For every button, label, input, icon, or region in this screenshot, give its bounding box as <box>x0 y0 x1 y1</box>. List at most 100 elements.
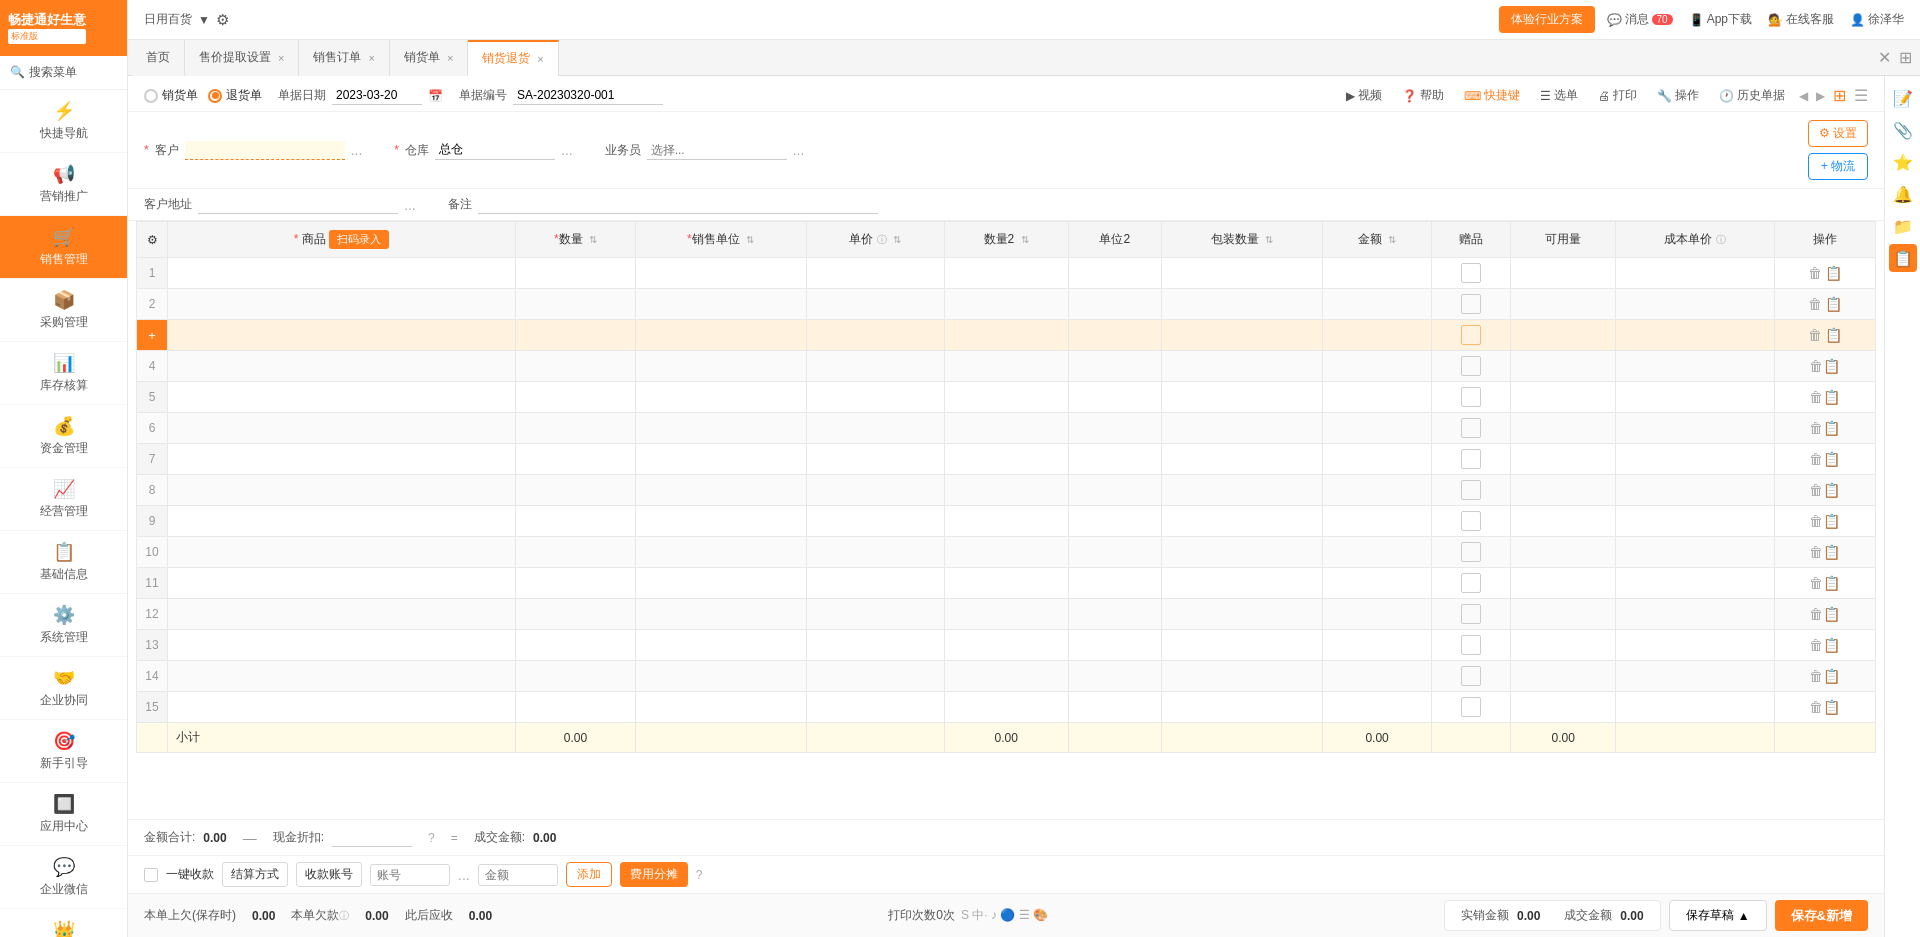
grid-view-btn[interactable]: ⊞ <box>1833 86 1846 105</box>
sidebar-item-operations[interactable]: 📈 经营管理 <box>0 468 127 531</box>
sidebar-item-sales[interactable]: 🛒 销售管理 <box>0 216 127 279</box>
row-1-price[interactable] <box>806 258 944 289</box>
row-13-gift-checkbox[interactable] <box>1461 635 1481 655</box>
row-2-price[interactable] <box>806 289 944 320</box>
row-13-copy-btn[interactable]: 📋 <box>1823 637 1840 653</box>
row-9-delete-btn[interactable]: 🗑 <box>1809 513 1823 529</box>
row-1-pack-qty[interactable] <box>1161 258 1322 289</box>
tab-price-settings[interactable]: 售价提取设置 × <box>185 40 299 76</box>
tab-layout-icon[interactable]: ⊞ <box>1899 48 1912 67</box>
save-draft-button[interactable]: 保存草稿 ▲ <box>1669 900 1767 931</box>
col-price-header[interactable]: 单价 ⓘ ⇅ <box>806 222 944 258</box>
payment-amount-input[interactable] <box>478 864 558 886</box>
toolbar-print-btn[interactable]: 🖨 打印 <box>1592 84 1643 107</box>
save-new-button[interactable]: 保存&新增 <box>1775 900 1868 931</box>
warehouse-input[interactable] <box>435 141 555 160</box>
row-2-pack-qty[interactable] <box>1161 289 1322 320</box>
row-1-qty2[interactable] <box>944 258 1068 289</box>
row-8-gift-checkbox[interactable] <box>1461 480 1481 500</box>
toolbar-shortcut-btn[interactable]: ⌨ 快捷键 <box>1458 84 1526 107</box>
row-2-available[interactable] <box>1511 289 1616 320</box>
row-4-delete-btn[interactable]: 🗑 <box>1809 358 1823 374</box>
row-12-gift-checkbox[interactable] <box>1461 604 1481 624</box>
logistics-button[interactable]: + 物流 <box>1808 153 1868 180</box>
row-8-copy-btn[interactable]: 📋 <box>1823 482 1840 498</box>
row-4-gift-checkbox[interactable] <box>1461 356 1481 376</box>
row-3-pack-qty[interactable] <box>1161 320 1322 351</box>
row-3-gift[interactable] <box>1432 320 1511 351</box>
row-3-cost-price[interactable] <box>1616 320 1775 351</box>
app-download-button[interactable]: 📱 App下载 <box>1689 11 1752 28</box>
salesperson-input[interactable] <box>647 141 787 160</box>
row-6-delete-btn[interactable]: 🗑 <box>1809 420 1823 436</box>
address-dots[interactable]: ... <box>404 197 416 213</box>
radio-delivery[interactable]: 销货单 <box>144 87 198 104</box>
barcode-scan-btn[interactable]: 扫码录入 <box>329 230 389 249</box>
row-3-price[interactable] <box>806 320 944 351</box>
right-panel-btn-2[interactable]: 📎 <box>1889 116 1917 144</box>
row-14-delete-btn[interactable]: 🗑 <box>1809 668 1823 684</box>
sidebar-item-purchase[interactable]: 📦 采购管理 <box>0 279 127 342</box>
row-7-copy-btn[interactable]: 📋 <box>1823 451 1840 467</box>
tab-sales-return-close[interactable]: × <box>537 53 543 65</box>
row-2-copy-btn[interactable]: 📋 <box>1825 296 1842 312</box>
list-view-btn[interactable]: ☰ <box>1854 86 1868 105</box>
right-panel-btn-5[interactable]: 📁 <box>1889 212 1917 240</box>
row-9-copy-btn[interactable]: 📋 <box>1823 513 1840 529</box>
experience-button[interactable]: 体验行业方案 <box>1499 6 1595 33</box>
row-2-delete-btn[interactable]: 🗑 <box>1808 296 1822 312</box>
prev-record-btn[interactable]: ◀ <box>1799 89 1808 103</box>
sidebar-item-marketing[interactable]: 📢 营销推广 <box>0 153 127 216</box>
col-qty-header[interactable]: *数量 ⇅ <box>516 222 636 258</box>
sidebar-item-wechat[interactable]: 💬 企业微信 <box>0 846 127 909</box>
sidebar-item-inventory[interactable]: 📊 库存核算 <box>0 342 127 405</box>
row-12-copy-btn[interactable]: 📋 <box>1823 606 1840 622</box>
right-panel-btn-3[interactable]: ⭐ <box>1889 148 1917 176</box>
row-8-delete-btn[interactable]: 🗑 <box>1809 482 1823 498</box>
row-14-copy-btn[interactable]: 📋 <box>1823 668 1840 684</box>
breadcrumb-settings-icon[interactable]: ⚙ <box>216 11 229 29</box>
tab-home[interactable]: 首页 <box>132 40 185 76</box>
qty-sort-icon[interactable]: ⇅ <box>589 234 597 245</box>
question-icon[interactable]: ? <box>428 831 435 845</box>
one-click-payment-checkbox[interactable] <box>144 868 158 882</box>
tab-sales-order-close[interactable]: × <box>368 52 374 64</box>
radio-delivery-btn[interactable] <box>144 89 158 103</box>
row-5-copy-btn[interactable]: 📋 <box>1823 389 1840 405</box>
row-3-qty[interactable] <box>516 320 636 351</box>
row-2-cost-price[interactable] <box>1616 289 1775 320</box>
row-11-delete-btn[interactable]: 🗑 <box>1809 575 1823 591</box>
col-amount-header[interactable]: 金额 ⇅ <box>1322 222 1432 258</box>
row-7-delete-btn[interactable]: 🗑 <box>1809 451 1823 467</box>
col-unit-header[interactable]: *销售单位 ⇅ <box>635 222 806 258</box>
row-3-copy-btn[interactable]: 📋 <box>1825 327 1842 343</box>
row-1-available[interactable] <box>1511 258 1616 289</box>
row-9-gift-checkbox[interactable] <box>1461 511 1481 531</box>
cost-price-info-icon[interactable]: ⓘ <box>1716 234 1726 245</box>
row-13-delete-btn[interactable]: 🗑 <box>1809 637 1823 653</box>
calendar-icon[interactable]: 📅 <box>428 89 443 103</box>
sidebar-item-member[interactable]: 👑 畅会员 <box>0 909 127 937</box>
account-dots[interactable]: ... <box>458 867 470 883</box>
row-15-copy-btn[interactable]: 📋 <box>1823 699 1840 715</box>
row-14-gift-checkbox[interactable] <box>1461 666 1481 686</box>
row-1-unit[interactable] <box>635 258 806 289</box>
col-pack-qty-header[interactable]: 包装数量 ⇅ <box>1161 222 1322 258</box>
row-3-available[interactable] <box>1511 320 1616 351</box>
row-2-gift[interactable] <box>1432 289 1511 320</box>
tab-sales-delivery[interactable]: 销货单 × <box>390 40 468 76</box>
fee-split-btn[interactable]: 费用分摊 <box>620 862 688 887</box>
tab-price-settings-close[interactable]: × <box>278 52 284 64</box>
payment-account-input[interactable] <box>370 864 450 886</box>
row-3-delete-btn[interactable]: 🗑 <box>1808 327 1822 343</box>
payment-method-select[interactable]: 结算方式 <box>222 862 288 887</box>
breadcrumb-dropdown-icon[interactable]: ▼ <box>198 13 210 27</box>
sidebar-item-guide[interactable]: 🎯 新手引导 <box>0 720 127 783</box>
date-input[interactable] <box>332 86 422 105</box>
row-1-gift-checkbox[interactable] <box>1461 263 1481 283</box>
toolbar-history-btn[interactable]: 🕐 历史单据 <box>1713 84 1791 107</box>
row-3-qty2[interactable] <box>944 320 1068 351</box>
row-1-product[interactable] <box>168 258 516 289</box>
right-panel-btn-1[interactable]: 📝 <box>1889 84 1917 112</box>
payment-account-select[interactable]: 收款账号 <box>296 862 362 887</box>
